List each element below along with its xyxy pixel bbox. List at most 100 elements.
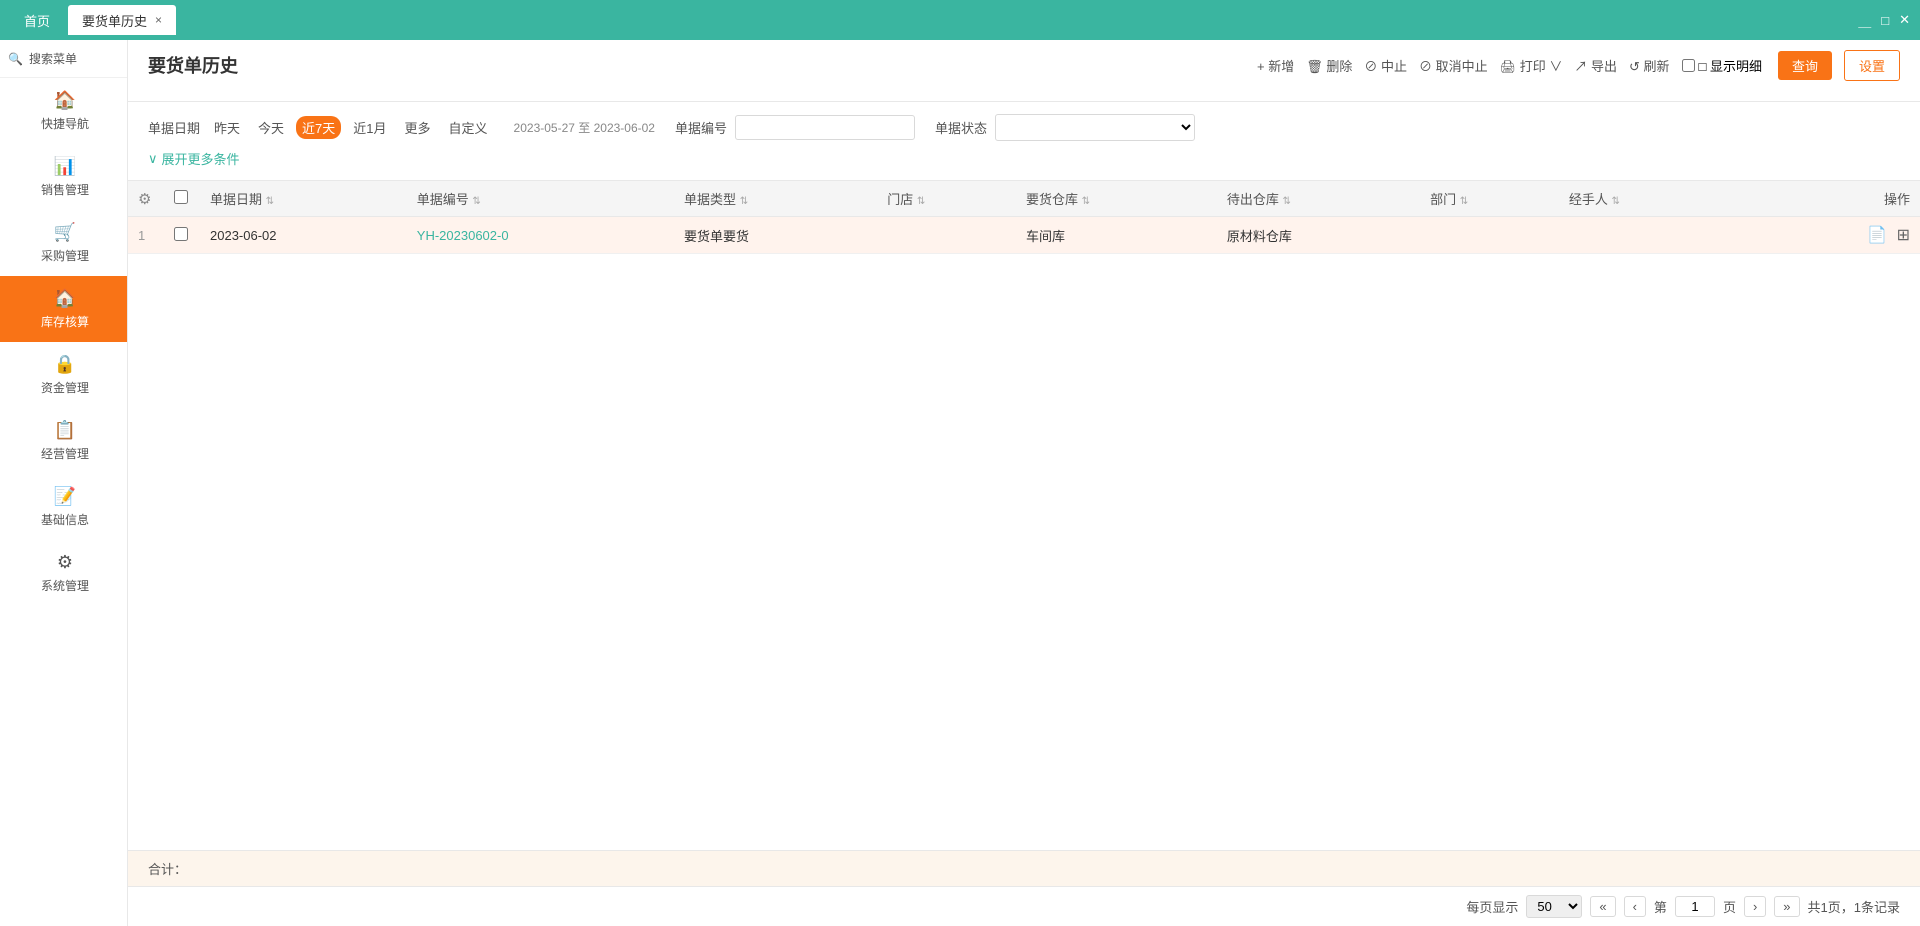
tab-close-icon[interactable]: × [155,13,162,27]
sort-handler-icon[interactable]: ⇅ [1612,196,1620,207]
table-header-row: ⚙ 单据日期 ⇅ 单据编号 ⇅ [128,181,1920,217]
row-department [1420,217,1559,254]
pagination: 每页显示 20 50 100 « ‹ 第 页 › » 共1页，1条记录 [128,886,1920,926]
col-doc-no: 单据编号 ⇅ [407,181,674,217]
print-button[interactable]: 🖨 打印 ∨ [1500,56,1563,75]
col-doc-type-label: 单据类型 [684,192,736,207]
col-pending-warehouse-label: 待出仓库 [1227,192,1279,207]
expand-button[interactable]: ∨ 展开更多条件 [148,149,1900,168]
refresh-button[interactable]: ↺ 刷新 [1629,56,1670,75]
sidebar-item-inventory[interactable]: 🏠 库存核算 [0,276,127,342]
refresh-button-label: ↺ 刷新 [1629,56,1670,75]
sidebar-item-operations-mgmt[interactable]: 📋 经营管理 [0,408,127,474]
col-doc-no-label: 单据编号 [417,192,469,207]
sidebar-item-sales-label: 销售管理 [41,181,89,198]
stop-button[interactable]: ⊘ 中止 [1364,56,1407,75]
row-action-view-icon[interactable]: 📄 [1867,227,1887,244]
last-page-button[interactable]: » [1774,896,1799,917]
shortcut-more[interactable]: 更多 [399,116,437,139]
maximize-icon[interactable]: □ [1881,13,1889,28]
purchase-icon: 🛒 [54,222,76,243]
prev-page-button[interactable]: ‹ [1624,896,1646,917]
stop-button-label: ⊘ 中止 [1364,56,1407,75]
show-detail-checkbox[interactable] [1682,59,1695,72]
sidebar-search[interactable]: 🔍 搜索菜单 [0,40,127,78]
export-button[interactable]: ↗ 导出 [1574,56,1617,75]
row-actions: 📄 ⊞ [1729,217,1920,254]
new-button-label: + 新增 [1257,56,1294,75]
shortcut-yesterday[interactable]: 昨天 [208,116,246,139]
cancel-stop-button[interactable]: ⊘ 取消中止 [1419,56,1488,75]
col-action-label: 操作 [1884,192,1910,207]
row-doc-no: YH-20230602-0 [407,217,674,254]
shortcut-today[interactable]: 今天 [252,116,290,139]
show-detail-label: □ 显示明细 [1699,56,1762,75]
delete-button[interactable]: 🗑 删除 [1306,56,1352,75]
sidebar-item-sales-mgmt[interactable]: 📊 销售管理 [0,144,127,210]
setting-button[interactable]: 设置 [1844,50,1900,81]
tab-requisition-history[interactable]: 要货单历史 × [68,5,176,35]
row-checkbox [164,217,200,254]
row-action-edit-icon[interactable]: ⊞ [1897,227,1910,244]
minimize-icon[interactable]: ＿ [1858,11,1871,30]
header-toolbar: 要货单历史 + 新增 🗑 删除 ⊘ 中止 ⊘ 取消中止 🖨 打印 ∨ [128,40,1920,102]
date-filter-label: 单据日期 [148,118,200,137]
filter-area: 单据日期 昨天 今天 近7天 近1月 更多 自定义 2023-05-27 至 2… [128,102,1920,181]
window-close-icon[interactable]: ✕ [1899,12,1910,28]
page-label: 第 [1654,897,1667,916]
sort-doc-type-icon[interactable]: ⇅ [740,196,748,207]
page-input[interactable] [1675,896,1715,917]
sort-date-icon[interactable]: ⇅ [266,196,274,207]
delete-button-label: 🗑 删除 [1306,56,1352,75]
col-handler: 经手人 ⇅ [1559,181,1729,217]
sidebar-item-system-mgmt[interactable]: ⚙ 系统管理 [0,540,127,606]
status-select[interactable] [995,114,1195,141]
new-button[interactable]: + 新增 [1257,56,1294,75]
basic-info-icon: 📝 [54,486,76,507]
shortcut-last7days[interactable]: 近7天 [296,116,341,139]
sidebar-item-operations-label: 经营管理 [41,445,89,462]
col-handler-label: 经手人 [1569,192,1608,207]
sidebar-item-quick-nav[interactable]: 🏠 快捷导航 [0,78,127,144]
row-pending-warehouse: 原材料仓库 [1217,217,1420,254]
sort-store-icon[interactable]: ⇅ [917,196,925,207]
per-page-select[interactable]: 20 50 100 [1526,895,1582,918]
sidebar-item-system-label: 系统管理 [41,577,89,594]
sidebar-search-label: 搜索菜单 [29,50,77,67]
sidebar-item-basic-info[interactable]: 📝 基础信息 [0,474,127,540]
sort-pending-warehouse-icon[interactable]: ⇅ [1283,196,1291,207]
sort-req-warehouse-icon[interactable]: ⇅ [1082,196,1090,207]
first-page-button[interactable]: « [1590,896,1615,917]
filter-row: 单据日期 昨天 今天 近7天 近1月 更多 自定义 2023-05-27 至 2… [148,114,1900,141]
sort-department-icon[interactable]: ⇅ [1460,196,1468,207]
top-bar: 首页 要货单历史 × ＿ □ ✕ [0,0,1920,40]
next-page-button[interactable]: › [1744,896,1766,917]
tab-home-label: 首页 [24,11,50,30]
sort-doc-no-icon[interactable]: ⇅ [472,196,480,207]
gear-icon[interactable]: ⚙ [138,191,151,208]
search-icon: 🔍 [8,52,23,66]
table-row[interactable]: 1 2023-06-02 YH-20230602-0 要货单要货 车间库 原材料… [128,217,1920,254]
requisition-table: ⚙ 单据日期 ⇅ 单据编号 ⇅ [128,181,1920,254]
row-num-value: 1 [138,228,145,243]
page-title: 要货单历史 [148,52,238,90]
shortcut-custom[interactable]: 自定义 [443,116,494,139]
shortcut-last1month[interactable]: 近1月 [347,116,392,139]
export-button-label: ↗ 导出 [1574,56,1617,75]
page-suffix: 页 [1723,897,1736,916]
row-select-checkbox[interactable] [174,227,188,241]
sidebar-item-purchase-label: 采购管理 [41,247,89,264]
print-button-label: 🖨 打印 ∨ [1500,56,1563,75]
sidebar-item-finance-mgmt[interactable]: 🔒 资金管理 [0,342,127,408]
doc-no-input[interactable] [735,115,915,140]
query-button[interactable]: 查询 [1778,51,1832,80]
select-all-checkbox[interactable] [174,190,188,204]
show-detail-checkbox-label[interactable]: □ 显示明细 [1682,56,1762,75]
tab-home[interactable]: 首页 [10,5,64,35]
col-checkbox [164,181,200,217]
per-page-label: 每页显示 [1466,897,1518,916]
row-doc-no-link[interactable]: YH-20230602-0 [417,228,509,243]
row-store [877,217,1016,254]
sidebar-item-purchase-mgmt[interactable]: 🛒 采购管理 [0,210,127,276]
date-filter: 单据日期 昨天 今天 近7天 近1月 更多 自定义 [148,116,494,139]
